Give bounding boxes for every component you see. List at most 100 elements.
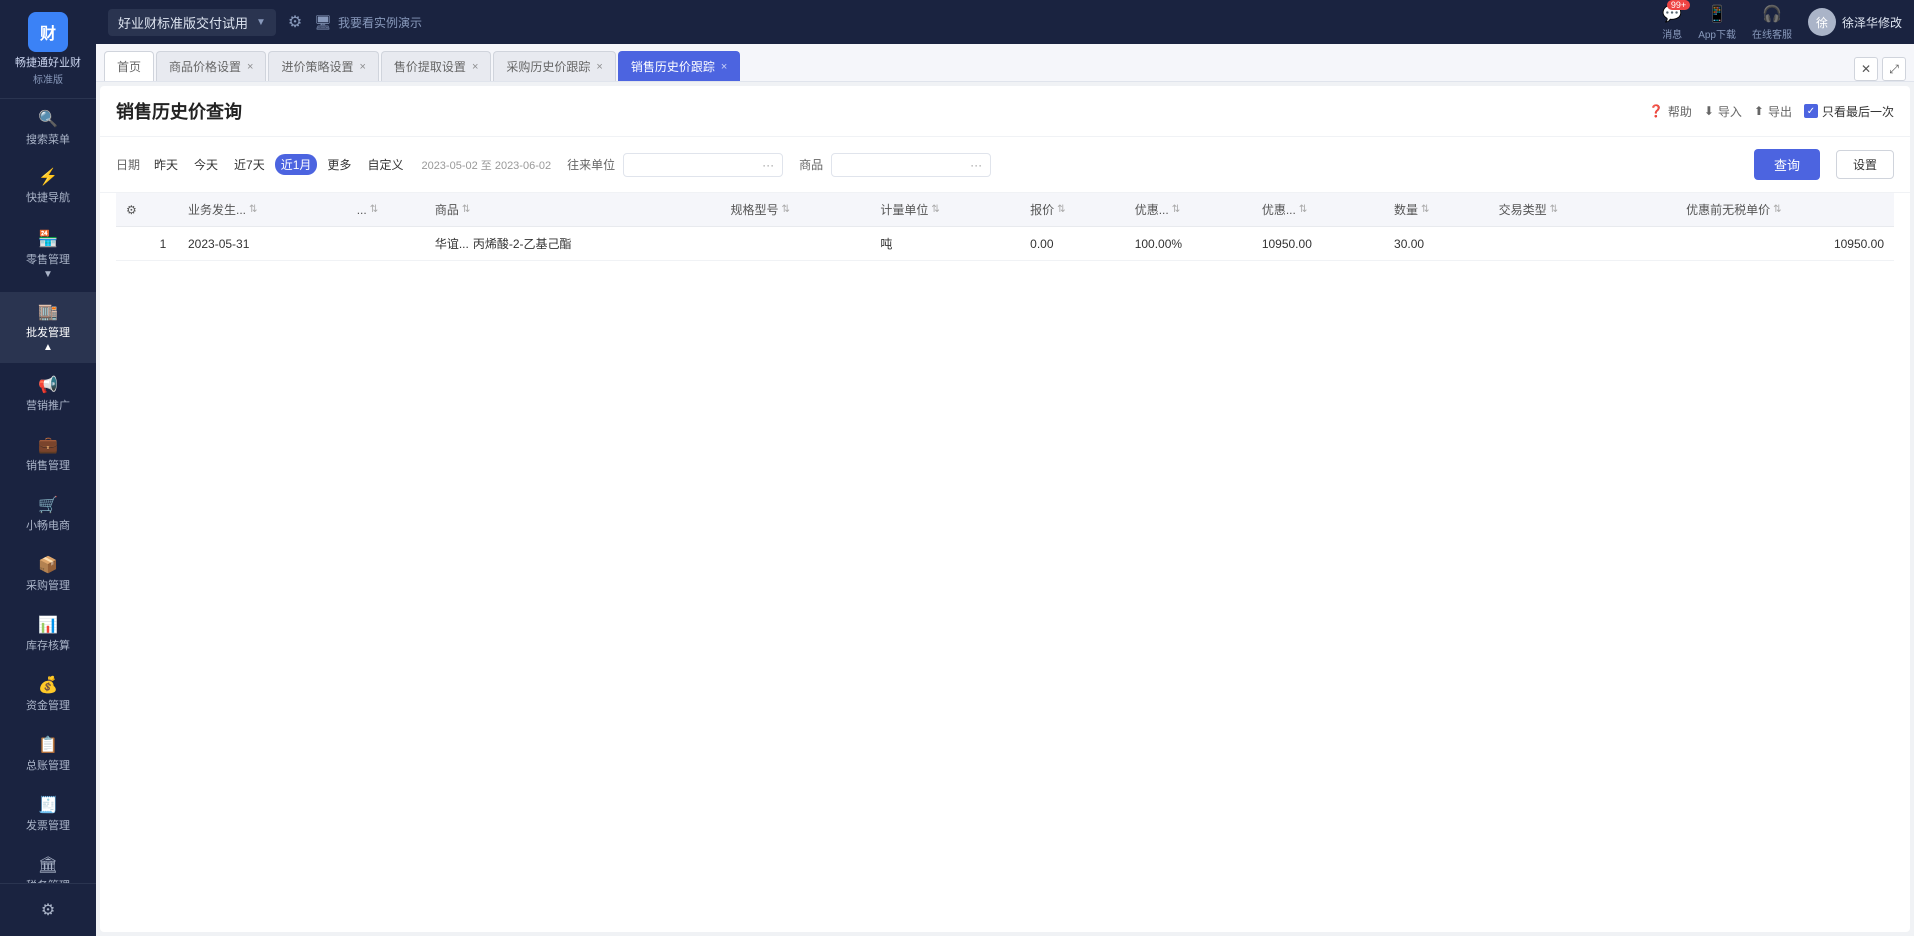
th-price-label: 报价 [1030,201,1054,218]
product-input[interactable]: ··· [831,153,991,177]
tab-purchase-history[interactable]: 采购历史价跟踪 × [493,51,615,81]
product-dots[interactable]: ··· [970,158,982,172]
cell-quantity: 30.00 [1384,227,1489,261]
sort-icon-quantity: ⇅ [1421,204,1429,215]
tab-maximize-window[interactable]: ⤢ [1882,57,1906,81]
logo-sub: 标准版 [33,71,63,86]
cell-spacer [1638,227,1676,261]
date-custom[interactable]: 自定义 [361,154,409,175]
avatar: 徐 [1808,8,1836,36]
purchase-label: 采购管理 [26,577,70,593]
sidebar-item-inventory[interactable]: 📊 库存核算 [0,605,96,663]
date-7days[interactable]: 近7天 [228,154,271,175]
sidebar-item-invoice[interactable]: 🧾 发票管理 [0,785,96,843]
tab-product-price-close[interactable]: × [247,61,253,73]
page-header: 销售历史价查询 ❓ 帮助 ⬇ 导入 ⬆ 导出 ✓ 只看最后一次 [100,86,1910,137]
cell-unit: 吨 [870,227,1020,261]
sidebar: 财 畅捷通好业财 标准版 🔍 搜索菜单 ⚡ 快捷导航 🏪 零售管理 ▼ 🏬 批发… [0,0,96,936]
unit-dots[interactable]: ··· [762,158,774,172]
inventory-label: 库存核算 [26,637,70,653]
th-transaction-type[interactable]: 交易类型 ⇅ [1489,193,1639,227]
online-service-btn[interactable]: 🎧 在线客服 [1752,4,1792,41]
user-menu[interactable]: 徐 徐泽华修改 [1808,8,1902,36]
cell-transaction-type [1489,227,1639,261]
sidebar-item-wholesale[interactable]: 🏬 批发管理 ▲ [0,292,96,363]
tab-sales-history-label: 销售历史价跟踪 [631,58,715,75]
export-btn[interactable]: ⬆ 导出 [1754,103,1792,120]
th-discount-rate[interactable]: 优惠... ⇅ [1125,193,1252,227]
demo-label: 我要看实例演示 [338,14,422,31]
th-transaction-type-label: 交易类型 [1499,201,1547,218]
th-pretax-price-label: 优惠前无税单价 [1686,201,1770,218]
th-num [148,193,178,227]
tab-close-window[interactable]: ✕ [1854,57,1878,81]
invoice-icon: 🧾 [38,795,58,815]
topbar-settings-icon[interactable]: ⚙ [288,12,302,32]
online-service-icon: 🎧 [1762,4,1782,24]
tab-selling-price-close[interactable]: × [472,61,478,73]
table-header-row: ⚙ 业务发生... ⇅ ... ⇅ [116,193,1894,227]
sidebar-item-purchase[interactable]: 📦 采购管理 [0,545,96,603]
cell-num: 1 [148,227,178,261]
sort-icon-discount-price: ⇅ [1299,204,1307,215]
checkbox-checked-icon: ✓ [1804,104,1818,118]
cell-pretax-price: 10950.00 [1676,227,1894,261]
tax-icon: 🏛 [38,855,58,875]
page-actions: ❓ 帮助 ⬇ 导入 ⬆ 导出 ✓ 只看最后一次 [1649,103,1894,120]
sidebar-item-ledger[interactable]: 📋 总账管理 [0,725,96,783]
th-quantity[interactable]: 数量 ⇅ [1384,193,1489,227]
tab-product-price[interactable]: 商品价格设置 × [156,51,266,81]
tab-purchase-strategy-label: 进价策略设置 [281,58,353,75]
topbar: 好业财标准版交付试用 ▼ ⚙ 🖥 我要看实例演示 99+ 💬 消息 📱 App下… [96,0,1914,44]
tab-selling-price[interactable]: 售价提取设置 × [381,51,491,81]
th-spec[interactable]: 规格型号 ⇅ [720,193,870,227]
tab-sales-history[interactable]: 销售历史价跟踪 × [618,51,740,81]
settings-btn[interactable]: 设置 [1836,150,1894,179]
th-product[interactable]: 商品 ⇅ [425,193,721,227]
retail-icon: 🏪 [38,229,58,249]
product-label: 商品 [799,156,823,173]
marketing-icon: 📢 [38,375,58,395]
sidebar-item-quick-nav[interactable]: ⚡ 快捷导航 [0,157,96,215]
sidebar-item-marketing[interactable]: 📢 营销推广 [0,365,96,423]
sidebar-item-sales[interactable]: 💼 销售管理 [0,425,96,483]
th-unit[interactable]: 计量单位 ⇅ [870,193,1020,227]
unit-input[interactable]: ··· [623,153,783,177]
quick-nav-icon: ⚡ [38,167,58,187]
tab-home[interactable]: 首页 [104,51,154,81]
app-download-btn[interactable]: 📱 App下载 [1698,4,1736,41]
sidebar-settings-btn[interactable]: ⚙ [37,892,59,928]
th-pretax-price[interactable]: 优惠前无税单价 ⇅ [1676,193,1894,227]
date-more[interactable]: 更多 [321,154,357,175]
import-icon: ⬇ [1704,104,1714,118]
message-btn[interactable]: 99+ 💬 消息 [1662,4,1682,41]
th-extra[interactable]: ... ⇅ [347,193,425,227]
date-yesterday[interactable]: 昨天 [148,154,184,175]
sidebar-item-finance[interactable]: 💰 资金管理 [0,665,96,723]
th-spec-label: 规格型号 [730,201,778,218]
sidebar-item-tax[interactable]: 🏛 税务管理 [0,845,96,883]
date-today[interactable]: 今天 [188,154,224,175]
gear-icon[interactable]: ⚙ [126,203,137,217]
help-btn[interactable]: ❓ 帮助 [1649,103,1692,120]
only-last-checkbox[interactable]: ✓ 只看最后一次 [1804,103,1894,120]
sidebar-search[interactable]: 🔍 搜索菜单 [0,99,96,157]
module-arrow-icon: ▼ [256,17,266,28]
date-1month[interactable]: 近1月 [275,154,318,175]
main-area: 好业财标准版交付试用 ▼ ⚙ 🖥 我要看实例演示 99+ 💬 消息 📱 App下… [96,0,1914,936]
th-discount-price[interactable]: 优惠... ⇅ [1252,193,1384,227]
th-price[interactable]: 报价 ⇅ [1020,193,1125,227]
sidebar-item-ecommerce-small[interactable]: 🛒 小畅电商 [0,485,96,543]
tab-sales-history-close[interactable]: × [721,61,727,73]
tab-purchase-strategy[interactable]: 进价策略设置 × [268,51,378,81]
demo-link[interactable]: 🖥 我要看实例演示 [314,14,422,31]
th-business-date[interactable]: 业务发生... ⇅ [178,193,347,227]
tab-purchase-strategy-close[interactable]: × [359,61,365,73]
module-selector[interactable]: 好业财标准版交付试用 ▼ [108,9,276,36]
query-btn[interactable]: 查询 [1754,149,1820,180]
ledger-label: 总账管理 [26,757,70,773]
message-label: 消息 [1662,26,1682,41]
sidebar-item-retail[interactable]: 🏪 零售管理 ▼ [0,219,96,290]
tab-purchase-history-close[interactable]: × [596,61,602,73]
import-btn[interactable]: ⬇ 导入 [1704,103,1742,120]
